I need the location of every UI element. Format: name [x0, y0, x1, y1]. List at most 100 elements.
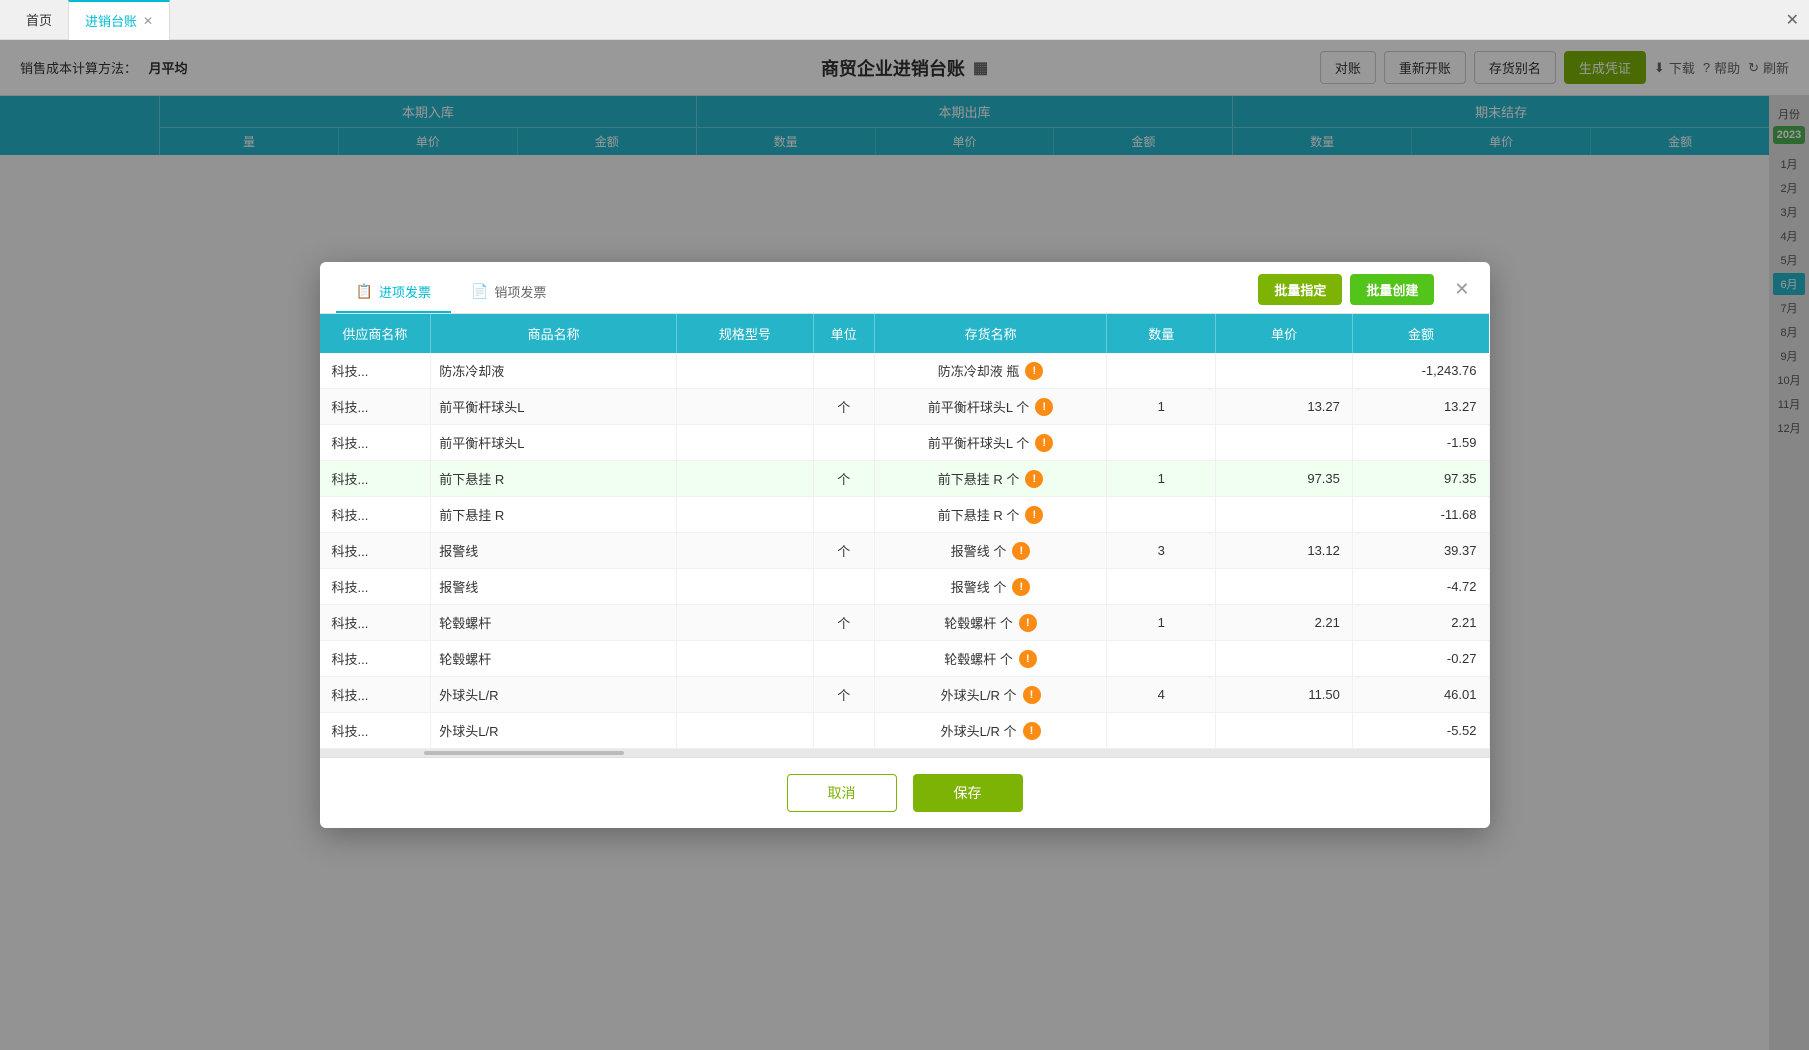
modal-table-wrap[interactable]: 供应商名称 商品名称 规格型号 单位 存货名称 数量 单价 金额 科技... 防… [320, 314, 1490, 749]
cell-price: 97.35 [1216, 461, 1353, 497]
tab-home[interactable]: 首页 [10, 0, 68, 40]
cell-qty: 3 [1107, 533, 1216, 569]
tab-incoming[interactable]: 📋 进项发票 [336, 274, 451, 313]
cell-price: 11.50 [1216, 677, 1353, 713]
window-close-button[interactable]: ✕ [1786, 10, 1799, 30]
table-row[interactable]: 科技... 外球头L/R 个 外球头L/R 个 ! 4 11.50 46.01 [320, 677, 1490, 713]
modal-header: 📋 进项发票 📄 销项发票 批量指定 批量创建 ✕ [320, 262, 1490, 314]
table-row[interactable]: 科技... 前平衡杆球头L 个 前平衡杆球头L 个 ! 1 13.27 13.2… [320, 389, 1490, 425]
cell-amount: -0.27 [1352, 641, 1489, 677]
tab-outgoing[interactable]: 📄 销项发票 [451, 274, 566, 313]
cell-qty: 1 [1107, 461, 1216, 497]
cell-amount: -1,243.76 [1352, 353, 1489, 389]
cell-amount: -11.68 [1352, 497, 1489, 533]
batch-create-button[interactable]: 批量创建 [1350, 274, 1434, 305]
tab-ledger[interactable]: 进销台账 ✕ [68, 0, 170, 40]
modal-scroll-thumb [424, 751, 624, 755]
modal-footer: 取消 保存 [320, 757, 1490, 828]
cell-supplier: 科技... [320, 677, 431, 713]
tab-ledger-close[interactable]: ✕ [143, 14, 153, 28]
cell-supplier: 科技... [320, 461, 431, 497]
cell-spec [677, 641, 814, 677]
col-header-price: 单价 [1216, 314, 1353, 353]
table-row[interactable]: 科技... 轮毂螺杆 个 轮毂螺杆 个 ! 1 2.21 2.21 [320, 605, 1490, 641]
tab-home-label: 首页 [26, 10, 52, 29]
cell-inventory: 报警线 个 ! [875, 533, 1107, 569]
table-row[interactable]: 科技... 前下悬挂 R 个 前下悬挂 R 个 ! 1 97.35 97.35 [320, 461, 1490, 497]
cell-supplier: 科技... [320, 533, 431, 569]
cell-spec [677, 353, 814, 389]
warn-icon: ! [1035, 398, 1053, 416]
cell-inventory: 防冻冷却液 瓶 ! [875, 353, 1107, 389]
table-row[interactable]: 科技... 外球头L/R 外球头L/R 个 ! -5.52 [320, 713, 1490, 749]
cell-supplier: 科技... [320, 641, 431, 677]
cell-amount: -4.72 [1352, 569, 1489, 605]
cell-product: 防冻冷却液 [431, 353, 677, 389]
cell-spec [677, 677, 814, 713]
cell-price [1216, 425, 1353, 461]
warn-icon: ! [1025, 470, 1043, 488]
table-row[interactable]: 科技... 轮毂螺杆 轮毂螺杆 个 ! -0.27 [320, 641, 1490, 677]
modal-dialog: 📋 进项发票 📄 销项发票 批量指定 批量创建 ✕ [320, 262, 1490, 828]
col-header-product: 商品名称 [431, 314, 677, 353]
cell-inventory: 前平衡杆球头L 个 ! [875, 389, 1107, 425]
main-area: 销售成本计算方法： 月平均 商贸企业进销台账 ▦ 对账 重新开账 存货别名 生成… [0, 40, 1809, 1050]
cell-qty: 4 [1107, 677, 1216, 713]
cell-supplier: 科技... [320, 569, 431, 605]
cell-inventory: 前下悬挂 R 个 ! [875, 497, 1107, 533]
col-header-spec: 规格型号 [677, 314, 814, 353]
table-row[interactable]: 科技... 报警线 报警线 个 ! -4.72 [320, 569, 1490, 605]
cell-qty [1107, 353, 1216, 389]
warn-icon: ! [1012, 542, 1030, 560]
table-row[interactable]: 科技... 防冻冷却液 防冻冷却液 瓶 ! -1,243.76 [320, 353, 1490, 389]
cell-qty [1107, 641, 1216, 677]
warn-icon: ! [1025, 362, 1043, 380]
cell-spec [677, 461, 814, 497]
cell-amount: -5.52 [1352, 713, 1489, 749]
batch-assign-button[interactable]: 批量指定 [1258, 274, 1342, 305]
table-row[interactable]: 科技... 前下悬挂 R 前下悬挂 R 个 ! -11.68 [320, 497, 1490, 533]
cell-unit [813, 353, 874, 389]
col-header-amount: 金额 [1352, 314, 1489, 353]
cell-inventory: 外球头L/R 个 ! [875, 677, 1107, 713]
cell-unit: 个 [813, 605, 874, 641]
col-header-supplier: 供应商名称 [320, 314, 431, 353]
cell-supplier: 科技... [320, 425, 431, 461]
save-button[interactable]: 保存 [913, 774, 1023, 812]
cell-qty [1107, 497, 1216, 533]
cancel-button[interactable]: 取消 [787, 774, 897, 812]
table-row[interactable]: 科技... 前平衡杆球头L 前平衡杆球头L 个 ! -1.59 [320, 425, 1490, 461]
modal-close-button[interactable]: ✕ [1450, 275, 1473, 304]
cell-supplier: 科技... [320, 389, 431, 425]
cell-product: 轮毂螺杆 [431, 641, 677, 677]
outgoing-tab-icon: 📄 [471, 283, 488, 300]
incoming-tab-icon: 📋 [356, 283, 373, 300]
warn-icon: ! [1019, 614, 1037, 632]
tab-bar: 首页 进销台账 ✕ ✕ [0, 0, 1809, 40]
cell-qty [1107, 569, 1216, 605]
cell-spec [677, 389, 814, 425]
cell-price: 13.12 [1216, 533, 1353, 569]
cell-price [1216, 497, 1353, 533]
warn-icon: ! [1035, 434, 1053, 452]
cell-unit [813, 713, 874, 749]
cell-unit [813, 569, 874, 605]
modal-tabs: 📋 进项发票 📄 销项发票 [336, 274, 567, 313]
cell-amount: 46.01 [1352, 677, 1489, 713]
cell-spec [677, 497, 814, 533]
warn-icon: ! [1012, 578, 1030, 596]
warn-icon: ! [1025, 506, 1043, 524]
cell-supplier: 科技... [320, 497, 431, 533]
cell-supplier: 科技... [320, 713, 431, 749]
cell-amount: 13.27 [1352, 389, 1489, 425]
cell-unit: 个 [813, 533, 874, 569]
table-row[interactable]: 科技... 报警线 个 报警线 个 ! 3 13.12 39.37 [320, 533, 1490, 569]
cell-amount: 39.37 [1352, 533, 1489, 569]
modal-header-buttons: 批量指定 批量创建 ✕ [1258, 274, 1473, 313]
cell-product: 前下悬挂 R [431, 461, 677, 497]
cell-product: 外球头L/R [431, 713, 677, 749]
cell-unit [813, 497, 874, 533]
cell-qty: 1 [1107, 389, 1216, 425]
modal-scrollbar[interactable] [320, 749, 1490, 757]
cell-product: 外球头L/R [431, 677, 677, 713]
